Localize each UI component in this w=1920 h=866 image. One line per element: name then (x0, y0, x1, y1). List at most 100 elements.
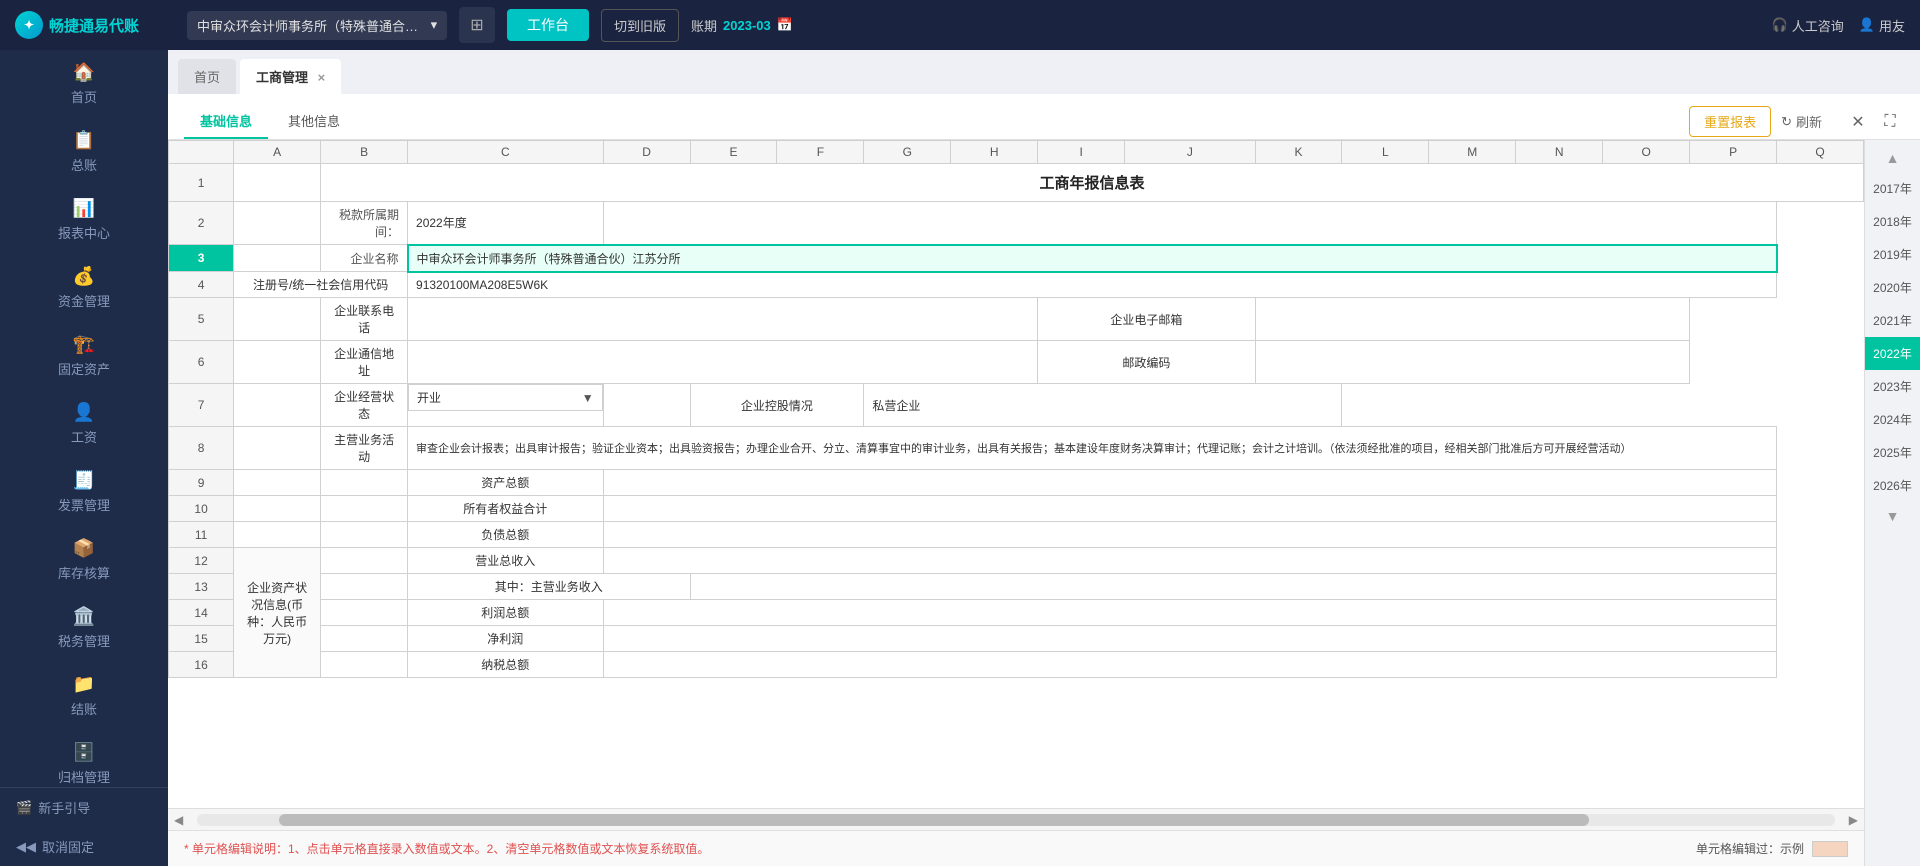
close-panel-button[interactable]: ✕ (1844, 108, 1872, 136)
row7-status[interactable]: 开业 ▼ (408, 384, 603, 411)
sidebar: 🏠 首页 📋 总账 📊 报表中心 💰 资金管理 🏗️ 固定资产 👤 工资 (0, 50, 168, 866)
home-icon: 🏠 (73, 62, 95, 83)
row13-value[interactable] (690, 574, 1777, 600)
tab-close-icon[interactable]: × (318, 70, 326, 85)
calendar-icon[interactable]: 📅 (777, 17, 793, 33)
inner-tab-other[interactable]: 其他信息 (272, 104, 356, 139)
table-row: 3 企业名称 中审众环会计师事务所（特殊普通合伙）江苏分所 (169, 245, 1864, 272)
row6-address[interactable] (408, 341, 1038, 384)
year-item-2020[interactable]: 2020年 (1865, 271, 1920, 304)
h-scroll-track[interactable] (197, 814, 1835, 826)
old-version-button[interactable]: 切到旧版 (601, 9, 679, 42)
avatar-icon: 👤 (1859, 17, 1875, 33)
sidebar-label-funds: 资金管理 (58, 291, 110, 310)
row10-label: 所有者权益合计 (408, 496, 604, 522)
sidebar-item-closing[interactable]: 📁 结账 (0, 662, 168, 730)
year-item-2019[interactable]: 2019年 (1865, 238, 1920, 271)
table-row: 4 注册号/统一社会信用代码 91320100MA208E5W6K (169, 272, 1864, 298)
year-item-2022[interactable]: 2022年 (1865, 337, 1920, 370)
scroll-right-arrow[interactable]: ▶ (1843, 813, 1864, 827)
scroll-left-arrow[interactable]: ◀ (168, 813, 189, 827)
row6-zip[interactable] (1255, 341, 1690, 384)
row-num-14: 14 (169, 600, 234, 626)
pin-icon: ◀◀ (16, 839, 36, 855)
row9-value[interactable] (603, 470, 1776, 496)
row7-status-value: 开业 (417, 389, 441, 406)
sidebar-item-reports[interactable]: 📊 报表中心 (0, 186, 168, 254)
row15-value[interactable] (603, 626, 1776, 652)
row5-phone[interactable] (408, 298, 1038, 341)
sidebar-item-archive[interactable]: 🗄️ 归档管理 (0, 730, 168, 787)
spreadsheet-scroll[interactable]: A B C D E F G H I J (168, 140, 1864, 808)
user-avatar[interactable]: 👤 用友 (1859, 16, 1905, 35)
sidebar-item-tax[interactable]: 🏛️ 税务管理 (0, 594, 168, 662)
inner-tab-basic-label: 基础信息 (200, 114, 252, 129)
col-header-G: G (864, 141, 951, 164)
logo-icon: ✦ (15, 11, 43, 39)
year-item-2018[interactable]: 2018年 (1865, 205, 1920, 238)
row8-value[interactable]: 审查企业会计报表；出具审计报告；验证企业资本；出具验资报告；办理企业合开、分立、… (408, 427, 1777, 470)
inventory-icon: 📦 (73, 538, 95, 559)
sidebar-item-guide[interactable]: 🎬 新手引导 (0, 788, 168, 827)
cell-edited-label: 单元格编辑过：示例 (1696, 840, 1804, 857)
row-num-4: 4 (169, 272, 234, 298)
company-icon-button[interactable]: ⊞ (459, 7, 495, 43)
row3-value[interactable]: 中审众环会计师事务所（特殊普通合伙）江苏分所 (408, 245, 1777, 272)
expand-panel-button[interactable]: ⛶ (1876, 108, 1904, 136)
year-item-2023[interactable]: 2023年 (1865, 370, 1920, 403)
row5-email[interactable] (1255, 298, 1690, 341)
row10-value[interactable] (603, 496, 1776, 522)
sidebar-item-invoice[interactable]: 🧾 发票管理 (0, 458, 168, 526)
sidebar-item-unpin[interactable]: ◀◀ 取消固定 (0, 827, 168, 866)
inner-tab-basic[interactable]: 基础信息 (184, 104, 268, 139)
col-header-E: E (690, 141, 777, 164)
row14-value[interactable] (603, 600, 1776, 626)
funds-icon: 💰 (73, 266, 95, 287)
year-panel-down-arrow[interactable]: ▼ (1880, 502, 1906, 530)
reset-report-button[interactable]: 重置报表 (1689, 106, 1771, 137)
invoice-icon: 🧾 (73, 470, 95, 491)
row4-value[interactable]: 91320100MA208E5W6K (408, 272, 1777, 298)
sidebar-bottom: 🎬 新手引导 ◀◀ 取消固定 (0, 787, 168, 866)
sidebar-item-funds[interactable]: 💰 资金管理 (0, 254, 168, 322)
sidebar-label-unpin: 取消固定 (42, 837, 94, 856)
company-dropdown-icon: ▾ (431, 17, 437, 33)
row12-value[interactable] (603, 548, 1776, 574)
h-scroll-thumb[interactable] (279, 814, 1589, 826)
year-item-2025[interactable]: 2025年 (1865, 436, 1920, 469)
year-panel-up-arrow[interactable]: ▲ (1880, 144, 1906, 172)
row7-control-value[interactable]: 私营企业 (864, 384, 1342, 427)
row11-value[interactable] (603, 522, 1776, 548)
sidebar-item-ledger[interactable]: 📋 总账 (0, 118, 168, 186)
row-num-8: 8 (169, 427, 234, 470)
sidebar-item-fixed-assets[interactable]: 🏗️ 固定资产 (0, 322, 168, 390)
corner-cell (169, 141, 234, 164)
sidebar-item-inventory[interactable]: 📦 库存核算 (0, 526, 168, 594)
sidebar-item-home[interactable]: 🏠 首页 (0, 50, 168, 118)
app-logo: ✦ 畅捷通易代账 (15, 11, 175, 39)
tab-commerce[interactable]: 工商管理 × (240, 59, 341, 94)
sidebar-label-ledger: 总账 (71, 155, 97, 174)
refresh-button[interactable]: ↻ 刷新 (1771, 107, 1832, 136)
year-item-2026[interactable]: 2026年 (1865, 469, 1920, 502)
company-selector[interactable]: 中审众环会计师事务所（特殊普通合伙… ▾ (187, 11, 447, 40)
row4-label: 注册号/统一社会信用代码 (234, 272, 408, 298)
table-row: 6 企业通信地址 邮政编码 (169, 341, 1864, 384)
row2-value[interactable]: 2022年度 (408, 202, 604, 245)
year-item-2024[interactable]: 2024年 (1865, 403, 1920, 436)
sidebar-nav: 🏠 首页 📋 总账 📊 报表中心 💰 资金管理 🏗️ 固定资产 👤 工资 (0, 50, 168, 787)
inner-tab-other-label: 其他信息 (288, 114, 340, 129)
row16-value[interactable] (603, 652, 1776, 678)
horizontal-scrollbar[interactable]: ◀ ▶ (168, 808, 1864, 830)
col-header-M: M (1429, 141, 1516, 164)
company-name: 中审众环会计师事务所（特殊普通合伙… (197, 16, 426, 35)
row13-sub-label: 其中：主营业务收入 (408, 574, 690, 600)
workbench-button[interactable]: 工作台 (507, 9, 589, 41)
table-row: 5 企业联系电话 企业电子邮箱 (169, 298, 1864, 341)
support-button[interactable]: 🎧 人工咨询 (1772, 16, 1844, 35)
year-item-2017[interactable]: 2017年 (1865, 172, 1920, 205)
sidebar-item-payroll[interactable]: 👤 工资 (0, 390, 168, 458)
tab-home[interactable]: 首页 (178, 59, 236, 94)
refresh-icon: ↻ (1781, 114, 1792, 130)
year-item-2021[interactable]: 2021年 (1865, 304, 1920, 337)
